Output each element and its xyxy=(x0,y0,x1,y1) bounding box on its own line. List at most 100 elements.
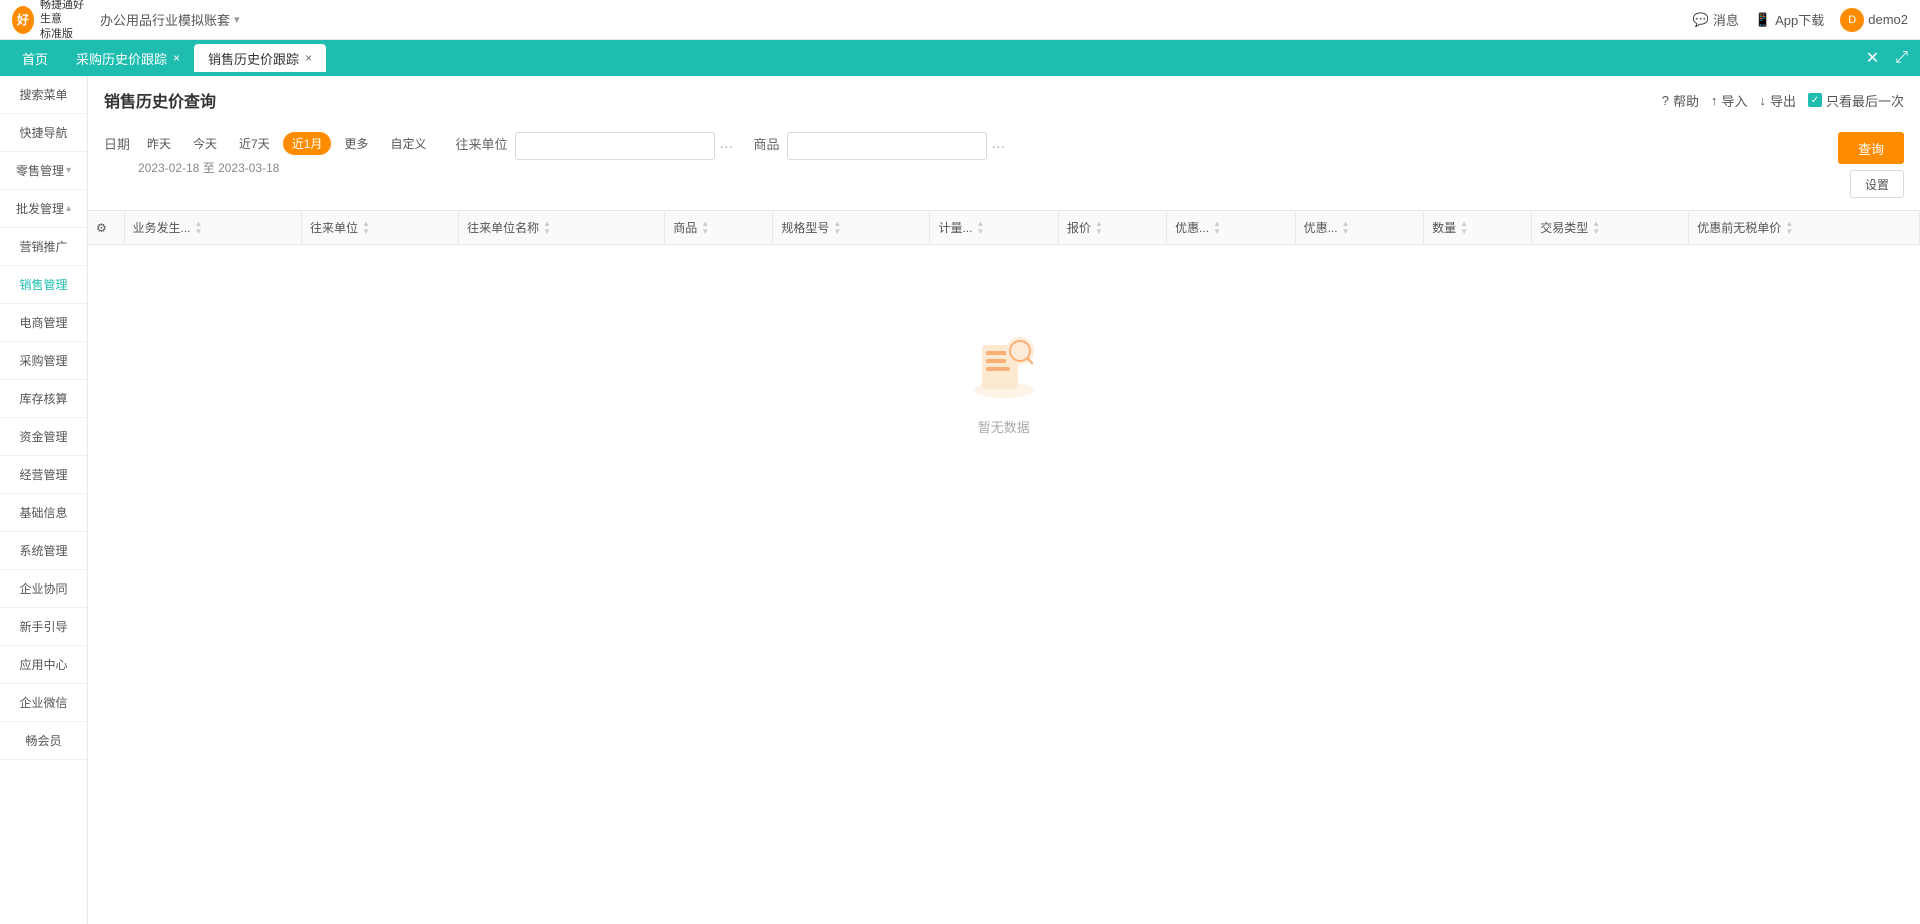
sidebar-item-ecommerce[interactable]: 电商管理 xyxy=(0,304,87,342)
col-spec[interactable]: 规格型号 ▲▼ xyxy=(773,211,930,245)
logo-area: 好 畅捷通好生意 标准版 xyxy=(12,0,92,41)
product-input[interactable] xyxy=(787,132,987,160)
partner-select-icon[interactable]: ··· xyxy=(719,138,733,154)
date-chip-today[interactable]: 今天 xyxy=(184,132,226,155)
date-range-text: 2023-02-18 至 2023-03-18 xyxy=(138,159,435,176)
sidebar-item-quick-nav[interactable]: 快捷导航 xyxy=(0,114,87,152)
col-discount1[interactable]: 优惠... ▲▼ xyxy=(1167,211,1296,245)
filter-row: 日期 昨天 今天 近7天 近1月 更多 自定义 2023-02-18 至 202… xyxy=(104,122,1904,210)
sort-quantity-icon: ▲▼ xyxy=(1460,220,1468,236)
sidebar-item-operations[interactable]: 经营管理 xyxy=(0,456,87,494)
product-filter-group: 商品 ··· xyxy=(753,132,1005,160)
col-pretax-price[interactable]: 优惠前无税单价 ▲▼ xyxy=(1689,211,1920,245)
settings-button[interactable]: 设置 xyxy=(1850,170,1904,198)
sidebar-item-marketing[interactable]: 营销推广 xyxy=(0,228,87,266)
wholesale-expand-icon: ▴ xyxy=(66,203,71,214)
col-unit[interactable]: 计量... ▲▼ xyxy=(930,211,1059,245)
tabbar: 首页 采购历史价跟踪 × 销售历史价跟踪 × ✕ ⤢ xyxy=(0,40,1920,76)
tab-home[interactable]: 首页 xyxy=(8,44,62,72)
import-icon: ↑ xyxy=(1711,93,1718,108)
sort-unit-icon: ▲▼ xyxy=(976,220,984,236)
col-settings[interactable]: ⚙ xyxy=(88,211,124,245)
sidebar-item-sales[interactable]: 销售管理 xyxy=(0,266,87,304)
partner-filter-label: 往来单位 xyxy=(455,132,507,153)
date-chip-7days[interactable]: 近7天 xyxy=(230,132,279,155)
sidebar-item-enterprise-wechat[interactable]: 企业微信 xyxy=(0,684,87,722)
export-icon: ↓ xyxy=(1759,93,1766,108)
app-title[interactable]: 办公用品行业模拟账套 ▾ xyxy=(100,10,240,29)
date-chip-custom[interactable]: 自定义 xyxy=(381,132,435,155)
date-chips: 昨天 今天 近7天 近1月 更多 自定义 xyxy=(138,132,435,155)
page-title-row: 销售历史价查询 ? 帮助 ↑ 导入 ↓ 导出 ✓ xyxy=(104,88,1904,112)
close-purchase-tab-icon[interactable]: × xyxy=(173,52,180,64)
only-last-checkbox-label[interactable]: ✓ 只看最后一次 xyxy=(1808,91,1904,110)
sort-product-icon: ▲▼ xyxy=(701,220,709,236)
filter-right: 查询 设置 xyxy=(1838,132,1904,198)
col-business-date[interactable]: 业务发生... ▲▼ xyxy=(124,211,302,245)
sidebar-item-system[interactable]: 系统管理 xyxy=(0,532,87,570)
sidebar-item-app-center[interactable]: 应用中心 xyxy=(0,646,87,684)
sort-trade-type-icon: ▲▼ xyxy=(1592,220,1600,236)
col-quantity[interactable]: 数量 ▲▼ xyxy=(1424,211,1532,245)
close-window-button[interactable]: ✕ xyxy=(1862,46,1883,70)
col-product[interactable]: 商品 ▲▼ xyxy=(665,211,773,245)
date-chip-more[interactable]: 更多 xyxy=(335,132,377,155)
topbar-right: 💬 消息 📱 App下载 D demo2 xyxy=(1693,8,1908,32)
date-filter-label: 日期 xyxy=(104,132,130,153)
product-input-group: ··· xyxy=(787,132,1005,160)
sidebar-item-retail[interactable]: 零售管理 ▾ xyxy=(0,152,87,190)
sidebar-item-inventory[interactable]: 库存核算 xyxy=(0,380,87,418)
tab-purchase-history[interactable]: 采购历史价跟踪 × xyxy=(62,44,194,72)
retail-expand-icon: ▾ xyxy=(66,165,71,176)
date-chip-1month[interactable]: 近1月 xyxy=(283,132,332,155)
col-partner-code[interactable]: 往来单位 ▲▼ xyxy=(302,211,459,245)
date-options: 昨天 今天 近7天 近1月 更多 自定义 2023-02-18 至 2023-0… xyxy=(138,132,435,176)
close-sales-tab-icon[interactable]: × xyxy=(305,52,312,64)
tab-sales-history[interactable]: 销售历史价跟踪 × xyxy=(194,44,326,72)
sidebar-item-member[interactable]: 畅会员 xyxy=(0,722,87,760)
table-container: ⚙ 业务发生... ▲▼ 往来单位 ▲▼ xyxy=(88,211,1920,924)
message-icon: 💬 xyxy=(1693,12,1709,28)
query-button[interactable]: 查询 xyxy=(1838,132,1904,164)
sidebar-item-basic-info[interactable]: 基础信息 xyxy=(0,494,87,532)
empty-state-icon xyxy=(964,325,1044,405)
sidebar-item-finance[interactable]: 资金管理 xyxy=(0,418,87,456)
only-last-checkbox[interactable]: ✓ xyxy=(1808,93,1822,107)
message-button[interactable]: 💬 消息 xyxy=(1693,10,1739,29)
tabbar-actions: ✕ ⤢ xyxy=(1862,46,1912,70)
sidebar-item-search-menu[interactable]: 搜索菜单 xyxy=(0,76,87,114)
empty-text: 暂无数据 xyxy=(978,417,1030,436)
app-download-button[interactable]: 📱 App下载 xyxy=(1755,10,1824,29)
app-download-icon: 📱 xyxy=(1755,12,1771,28)
sidebar-item-newbie-guide[interactable]: 新手引导 xyxy=(0,608,87,646)
topbar-left: 好 畅捷通好生意 标准版 办公用品行业模拟账套 ▾ xyxy=(12,0,240,41)
help-button[interactable]: ? 帮助 xyxy=(1662,91,1699,110)
date-chip-yesterday[interactable]: 昨天 xyxy=(138,132,180,155)
sidebar-item-enterprise-collab[interactable]: 企业协同 xyxy=(0,570,87,608)
partner-input[interactable] xyxy=(515,132,715,160)
product-select-icon[interactable]: ··· xyxy=(991,138,1005,154)
partner-input-group: ··· xyxy=(515,132,733,160)
import-button[interactable]: ↑ 导入 xyxy=(1711,91,1748,110)
sort-quote-icon: ▲▼ xyxy=(1095,220,1103,236)
user-menu[interactable]: D demo2 xyxy=(1840,8,1908,32)
sidebar-item-wholesale[interactable]: 批发管理 ▴ xyxy=(0,190,87,228)
data-table: ⚙ 业务发生... ▲▼ 往来单位 ▲▼ xyxy=(88,211,1920,516)
sidebar-item-purchase[interactable]: 采购管理 xyxy=(0,342,87,380)
maximize-window-button[interactable]: ⤢ xyxy=(1891,47,1912,69)
sort-partner-name-icon: ▲▼ xyxy=(543,220,551,236)
sort-business-date-icon: ▲▼ xyxy=(195,220,203,236)
table-body: 暂无数据 xyxy=(88,245,1920,517)
product-filter-label: 商品 xyxy=(753,132,779,153)
sort-partner-code-icon: ▲▼ xyxy=(362,220,370,236)
export-button[interactable]: ↓ 导出 xyxy=(1759,91,1796,110)
sort-spec-icon: ▲▼ xyxy=(833,220,841,236)
col-trade-type[interactable]: 交易类型 ▲▼ xyxy=(1532,211,1689,245)
col-partner-name[interactable]: 往来单位名称 ▲▼ xyxy=(459,211,665,245)
page-header: 销售历史价查询 ? 帮助 ↑ 导入 ↓ 导出 ✓ xyxy=(88,76,1920,211)
col-discount2[interactable]: 优惠... ▲▼ xyxy=(1295,211,1424,245)
avatar: D xyxy=(1840,8,1864,32)
app-title-dropdown-icon: ▾ xyxy=(234,13,240,26)
sort-discount2-icon: ▲▼ xyxy=(1342,220,1350,236)
col-quote[interactable]: 报价 ▲▼ xyxy=(1058,211,1166,245)
